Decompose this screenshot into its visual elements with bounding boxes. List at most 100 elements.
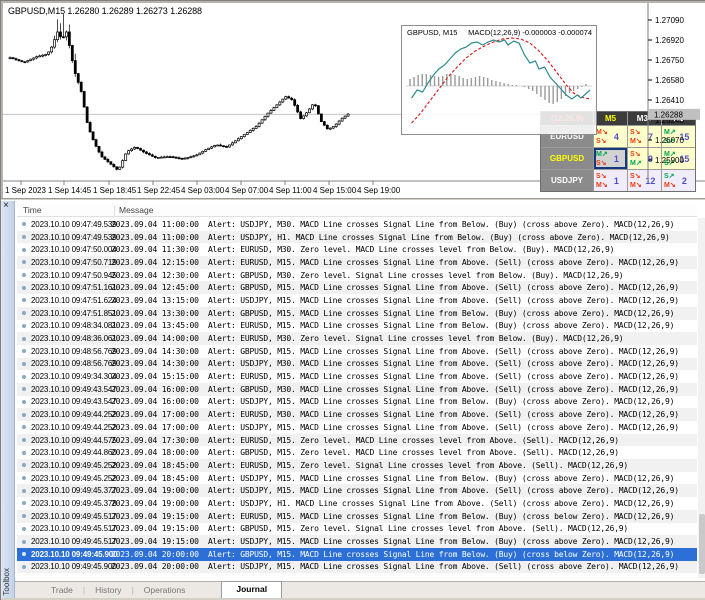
journal-row[interactable]: 2023.10.10 09:49:45.517 2023.09.04 19:15:… — [17, 535, 697, 548]
tab-journal[interactable]: Journal — [221, 581, 283, 598]
journal-event-icon — [22, 323, 26, 328]
matrix-cell-value: 7 — [647, 131, 653, 142]
journal-event-icon — [22, 374, 26, 379]
journal-row[interactable]: 2023.10.10 09:49:45.377 2023.09.04 19:00:… — [17, 484, 697, 498]
journal-row[interactable]: 2023.10.10 09:49:44.252 2023.09.04 17:00:… — [17, 408, 697, 421]
s-up-arrow-icon: S↗ — [664, 159, 675, 167]
journal-row[interactable]: 2023.10.10 09:49:34.304 2023.09.04 15:15:… — [17, 370, 697, 383]
price-chart-window[interactable]: 1 Sep 2023 1 Sep 14:45 1 Sep 18:45 1 Sep 22… — [1, 1, 705, 198]
matrix-cell-EURUSD-H1[interactable]: M↗ S↗ 15 — [662, 126, 695, 147]
journal-row[interactable]: 2023.10.10 09:49:45.252 2023.09.04 18:45:… — [17, 459, 697, 472]
journal-message: 2023.09.04 12:45:00 Alert: GBPUSD, M15. … — [111, 283, 679, 293]
matrix-cell-USDJPY-M30[interactable]: S↘ M↘ 12 — [628, 170, 661, 191]
journal-row[interactable]: 2023.10.10 09:49:45.378 2023.09.04 19:00:… — [17, 497, 697, 510]
m-up-arrow-icon: M↗ — [664, 150, 676, 158]
journal-event-icon — [22, 311, 26, 316]
matrix-header-H1[interactable]: H1 — [662, 112, 695, 125]
tab-operations[interactable]: Operations — [134, 583, 196, 598]
journal-row[interactable]: 2023.10.10 09:47:50.004 2023.09.04 11:30:… — [17, 243, 697, 256]
journal-table-header: Time Message — [17, 203, 697, 217]
matrix-cell-GBPUSD-M5[interactable]: M↗ S↘ 1 — [594, 148, 627, 169]
journal-row-selected[interactable]: 2023.10.10 09:49:45.900 2023.09.04 20:00:… — [17, 547, 697, 561]
journal-row[interactable]: 2023.10.10 09:48:34.081 2023.09.04 13:45:… — [17, 320, 697, 333]
scrollbar-thumb[interactable] — [699, 514, 705, 574]
matrix-header-M30[interactable]: M30 — [628, 112, 661, 125]
svg-text:1 Sep 2023: 1 Sep 2023 — [5, 186, 46, 195]
journal-message: 2023.09.04 14:30:00 Alert: USDJPY, M30. … — [111, 359, 679, 369]
journal-message: 2023.09.04 11:00:00 Alert: USDJPY, H1. M… — [111, 232, 670, 242]
journal-scrollbar[interactable] — [698, 218, 705, 578]
journal-row[interactable]: 2023.10.10 09:48:56.769 2023.09.04 14:30:… — [17, 345, 697, 358]
journal-time: 2023.10.10 09:49:45.252 — [31, 460, 117, 470]
journal-message: 2023.09.04 19:15:00 Alert: EURUSD, M15. … — [111, 511, 675, 521]
matrix-cell-value: 15 — [679, 153, 690, 164]
matrix-header-M5[interactable]: M5 — [594, 112, 627, 125]
journal-event-icon — [22, 361, 26, 366]
journal-row[interactable]: 2023.10.10 09:49:45.252 2023.09.04 18:45:… — [17, 472, 697, 485]
journal-row[interactable]: 2023.10.10 09:47:51.624 2023.09.04 13:15:… — [17, 294, 697, 307]
column-header-time[interactable]: Time — [23, 205, 42, 215]
matrix-cell-value: 12 — [645, 175, 656, 186]
journal-time: 2023.10.10 09:47:51.624 — [31, 295, 117, 305]
journal-event-icon — [22, 247, 26, 252]
s-down-arrow-icon: S↘ — [630, 128, 641, 136]
tab-trade[interactable]: Trade — [41, 583, 83, 598]
svg-text:4 Sep 15:00: 4 Sep 15:00 — [313, 186, 357, 195]
toolbox-vertical-label: Toolbox — [2, 568, 11, 596]
journal-row[interactable]: 2023.10.10 09:47:51.161 2023.09.04 12:45:… — [17, 281, 697, 295]
journal-row[interactable]: 2023.10.10 09:48:56.769 2023.09.04 14:30:… — [17, 357, 697, 371]
journal-row[interactable]: 2023.10.10 09:47:50.945 2023.09.04 12:30:… — [17, 269, 697, 282]
m-up-arrow-icon: M↗ — [596, 150, 608, 158]
svg-text:4 Sep 03:00: 4 Sep 03:00 — [181, 186, 225, 195]
journal-row[interactable]: 2023.10.10 09:49:43.547 2023.09.04 16:00:… — [17, 396, 697, 409]
matrix-cell-GBPUSD-H1[interactable]: M↗ S↗ 15 — [662, 148, 695, 169]
journal-time: 2023.10.10 09:49:44.575 — [31, 435, 117, 445]
journal-row[interactable]: 2023.10.10 09:49:44.860 2023.09.04 18:00:… — [17, 446, 697, 459]
journal-message: 2023.09.04 20:00:00 Alert: USDJPY, M15. … — [111, 562, 679, 572]
journal-event-icon — [22, 526, 26, 531]
matrix-cell-GBPUSD-M30[interactable]: S↘ M↗ 9 — [628, 148, 661, 169]
journal-time: 2023.10.10 09:47:49.539 — [31, 232, 117, 242]
matrix-cell-USDJPY-H1[interactable]: S↗ M↘ 2 — [662, 170, 695, 191]
s-down-arrow-icon: S↘ — [596, 137, 607, 145]
matrix-symbol-GBPUSD[interactable]: GBPUSD — [541, 148, 593, 169]
matrix-cell-EURUSD-M5[interactable]: M↘ S↘ 4 — [594, 126, 627, 147]
journal-message: 2023.09.04 11:30:00 Alert: EURUSD, M30. … — [111, 245, 615, 255]
journal-row[interactable]: 2023.10.10 09:47:49.539 2023.09.04 11:00:… — [17, 218, 697, 231]
tab-history[interactable]: History — [85, 583, 131, 598]
svg-text:4 Sep 11:00: 4 Sep 11:00 — [269, 186, 312, 195]
journal-time: 2023.10.10 09:49:45.252 — [31, 473, 117, 483]
journal-message: 2023.09.04 16:00:00 Alert: GBPUSD, M30. … — [111, 384, 679, 394]
journal-row[interactable]: 2023.10.10 09:49:45.517 2023.09.04 19:15:… — [17, 509, 697, 523]
close-icon[interactable]: × — [3, 201, 9, 211]
matrix-cell-EURUSD-M30[interactable]: S↘ M↘ 7 — [628, 126, 661, 147]
journal-event-icon — [22, 488, 26, 493]
journal-event-icon — [22, 285, 26, 290]
journal-message: 2023.09.04 17:30:00 Alert: EURUSD, M15. … — [111, 435, 619, 445]
journal-row[interactable]: 2023.10.10 09:49:45.900 2023.09.04 20:00:… — [17, 560, 697, 574]
column-header-message[interactable]: Message — [114, 205, 154, 217]
matrix-cell-USDJPY-M5[interactable]: S↘ M↘ 1 — [594, 170, 627, 191]
journal-time: 2023.10.10 09:49:43.547 — [31, 397, 117, 407]
journal-event-icon — [22, 450, 26, 455]
journal-row[interactable]: 2023.10.10 09:49:44.252 2023.09.04 17:00:… — [17, 421, 697, 434]
journal-row[interactable]: 2023.10.10 09:49:44.575 2023.09.04 17:30:… — [17, 433, 697, 447]
journal-row[interactable]: 2023.10.10 09:49:43.547 2023.09.04 16:00:… — [17, 382, 697, 396]
toolbox-tabbar: Trade | History | Operations Journal — [1, 581, 705, 598]
matrix-cell-value: 15 — [679, 131, 690, 142]
journal-row[interactable]: 2023.10.10 09:47:51.851 2023.09.04 13:30:… — [17, 306, 697, 320]
journal-row[interactable]: 2023.10.10 09:48:36.061 2023.09.04 14:00:… — [17, 332, 697, 345]
macd-chart — [406, 37, 592, 124]
journal-message: 2023.09.04 19:15:00 Alert: GBPUSD, M15. … — [111, 524, 629, 534]
journal-message: 2023.09.04 12:30:00 Alert: GBPUSD, M30. … — [111, 270, 624, 280]
journal-row[interactable]: 2023.10.10 09:47:49.539 2023.09.04 11:00:… — [17, 230, 697, 244]
macd-indicator-inset[interactable]: GBPUSD, M15 MACD(12,26,9) -0.000003 -0.0… — [401, 25, 597, 135]
journal-message: 2023.09.04 17:00:00 Alert: EURUSD, M30. … — [111, 410, 679, 420]
journal-row[interactable]: 2023.10.10 09:49:45.517 2023.09.04 19:15:… — [17, 523, 697, 536]
journal-event-icon — [22, 235, 26, 240]
matrix-symbol-USDJPY[interactable]: USDJPY — [541, 170, 593, 191]
journal-message: 2023.09.04 17:00:00 Alert: USDJPY, M15. … — [111, 422, 679, 432]
journal-time: 2023.10.10 09:49:45.517 — [31, 511, 117, 521]
journal-message: 2023.09.04 13:45:00 Alert: EURUSD, M15. … — [111, 321, 675, 331]
journal-row[interactable]: 2023.10.10 09:47:50.719 2023.09.04 12:15:… — [17, 256, 697, 269]
